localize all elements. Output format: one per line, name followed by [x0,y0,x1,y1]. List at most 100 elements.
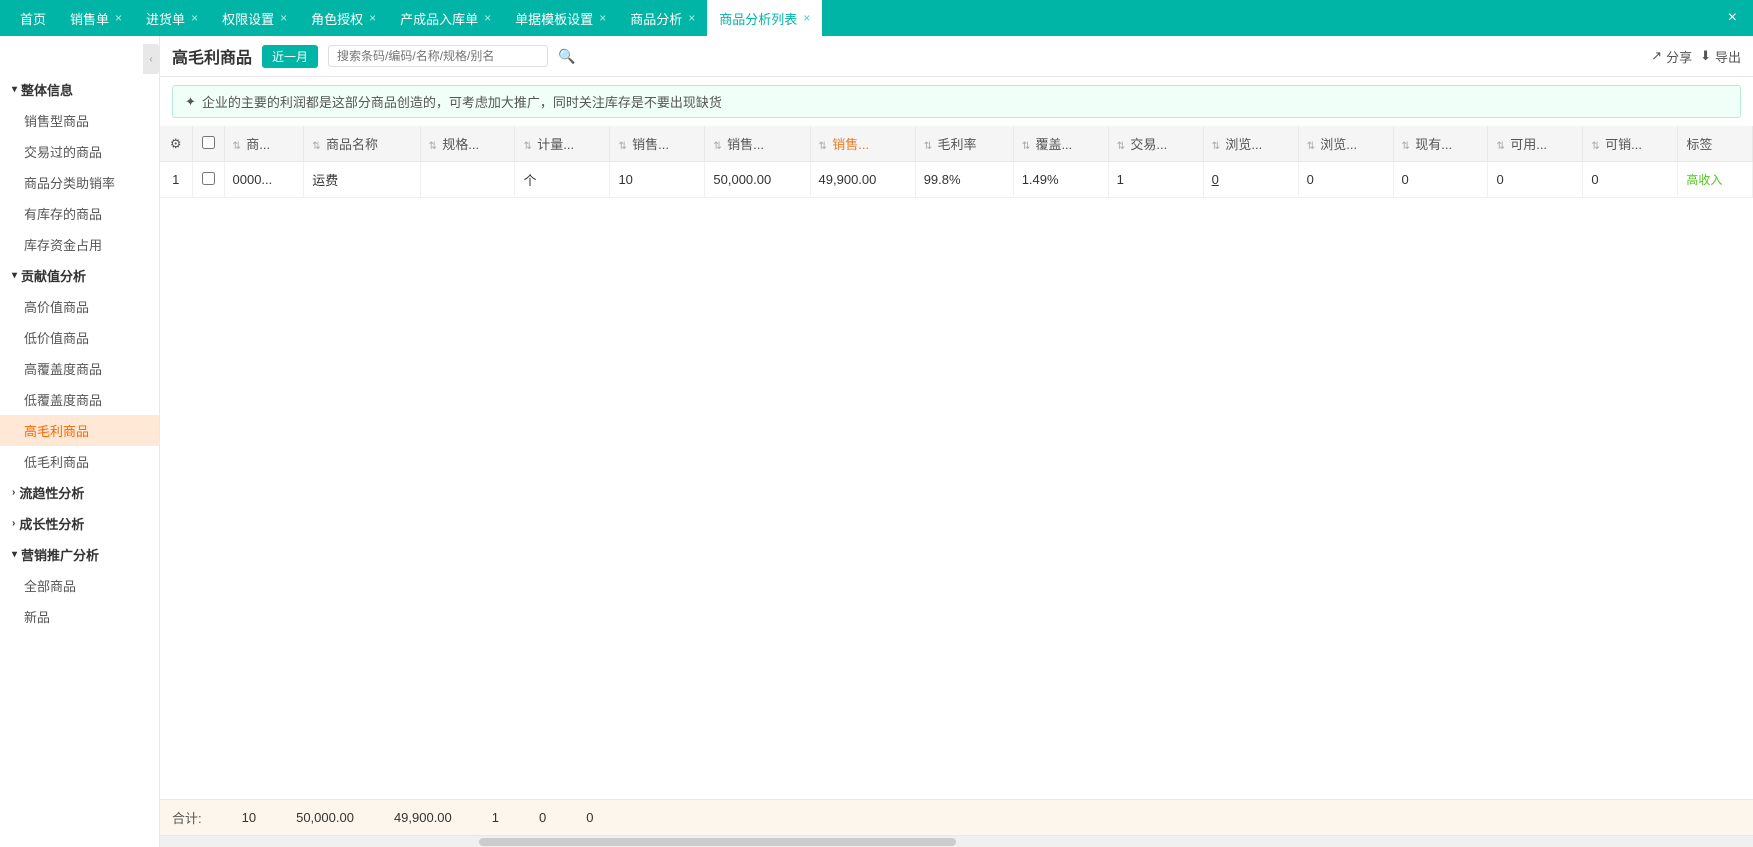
th-code[interactable]: ⇅ 商... [224,126,304,162]
th-unit[interactable]: ⇅ 计量... [515,126,610,162]
scroll-thumb[interactable] [479,838,957,846]
sort-icon: ⇅ [233,141,241,152]
nav-sales-order[interactable]: 销售单 × [58,0,134,36]
close-product-inbound[interactable]: × [484,11,491,25]
sidebar-item-high-margin[interactable]: 高毛利商品 [0,415,159,446]
cell-name: 运费 [304,162,420,198]
cell-checkbox[interactable] [192,162,224,198]
close-template-settings[interactable]: × [599,11,606,25]
sort-icon-2: ⇅ [312,141,320,152]
th-tag[interactable]: 标签 [1678,126,1753,162]
sort-icon-13: ⇅ [1402,141,1410,152]
chevron-down-icon-2: ▾ [12,270,17,281]
sort-icon-8: ⇅ [924,141,932,152]
info-icon: ✦ [185,94,196,110]
th-current-stock[interactable]: ⇅ 现有... [1393,126,1488,162]
sidebar-group-overall[interactable]: ▾ 整体信息 [0,74,159,105]
select-all-checkbox[interactable] [202,136,215,149]
sort-icon-9: ⇅ [1022,141,1030,152]
th-spec[interactable]: ⇅ 规格... [420,126,515,162]
sidebar-item-high-value[interactable]: 高价值商品 [0,291,159,322]
cell-coverage: 1.49% [1013,162,1108,198]
data-table: ⚙ ⇅ 商... ⇅ 商品名称 [160,126,1753,198]
sidebar-item-low-margin[interactable]: 低毛利商品 [0,446,159,477]
settings-icon[interactable]: ⚙ [170,136,182,151]
close-purchase-order[interactable]: × [191,11,198,25]
page-title: 高毛利商品 [172,44,252,68]
sort-icon-15: ⇅ [1591,141,1599,152]
cell-saleable: 0 [1583,162,1678,198]
sidebar-item-traded-goods[interactable]: 交易过的商品 [0,136,159,167]
sidebar-item-low-value[interactable]: 低价值商品 [0,322,159,353]
search-icon[interactable]: 🔍 [558,48,575,65]
th-saleable[interactable]: ⇅ 可销... [1583,126,1678,162]
th-checkbox[interactable] [192,126,224,162]
date-filter-button[interactable]: 近一月 [262,45,318,68]
info-banner: ✦ 企业的主要的利润都是这部分商品创造的，可考虑加大推广，同时关注库存是不要出现… [172,85,1741,118]
sidebar-item-stock-capital[interactable]: 库存资金占用 [0,229,159,260]
close-permission-settings[interactable]: × [280,11,287,25]
nav-permission-settings[interactable]: 权限设置 × [210,0,299,36]
sort-icon-10: ⇅ [1117,141,1125,152]
cell-code: 0000... [224,162,304,198]
share-button[interactable]: ↗ 分享 [1651,47,1692,66]
nav-purchase-order[interactable]: 进货单 × [134,0,210,36]
footer-current-stock: 0 [539,810,546,825]
th-view1[interactable]: ⇅ 浏览... [1203,126,1298,162]
th-sales-qty[interactable]: ⇅ 销售... [610,126,705,162]
sidebar-group-marketing[interactable]: ▾ 营销推广分析 [0,539,159,570]
content-area: 高毛利商品 近一月 🔍 ↗ 分享 ⬇ 导出 ✦ 企业的主要的利润都是这部分商品创… [160,36,1753,847]
sidebar-item-all-goods[interactable]: 全部商品 [0,570,159,601]
sort-icon-5: ⇅ [618,141,626,152]
th-view2[interactable]: ⇅ 浏览... [1298,126,1393,162]
close-goods-analysis[interactable]: × [688,11,695,25]
th-sales-amount[interactable]: ⇅ 销售... [705,126,810,162]
cell-unit: 个 [515,162,610,198]
footer-available: 0 [586,810,593,825]
th-name[interactable]: ⇅ 商品名称 [304,126,420,162]
sidebar-item-sales-goods[interactable]: 销售型商品 [0,105,159,136]
th-available[interactable]: ⇅ 可用... [1488,126,1583,162]
sidebar-item-stocked-goods[interactable]: 有库存的商品 [0,198,159,229]
sort-icon-6: ⇅ [713,141,721,152]
footer-total-bar: 合计: 10 50,000.00 49,900.00 1 0 0 [160,799,1753,835]
table-row[interactable]: 1 0000... 运费 [160,162,1753,198]
nav-goods-analysis-list[interactable]: 商品分析列表 × [707,0,822,36]
sidebar-collapse-btn[interactable]: ‹ [143,44,159,74]
th-settings[interactable]: ⚙ [160,126,192,162]
cell-view1[interactable]: 0 [1203,162,1298,198]
top-nav: 首页 销售单 × 进货单 × 权限设置 × 角色授权 × 产成品入库单 × 单据… [0,0,1753,36]
sidebar-item-category-rate[interactable]: 商品分类助销率 [0,167,159,198]
th-transaction[interactable]: ⇅ 交易... [1108,126,1203,162]
cell-seq: 1 [160,162,192,198]
nav-goods-analysis[interactable]: 商品分析 × [618,0,707,36]
close-all-tabs[interactable]: × [1720,9,1745,27]
nav-role-auth[interactable]: 角色授权 × [299,0,388,36]
cell-gross-margin: 99.8% [915,162,1013,198]
nav-home[interactable]: 首页 [8,0,58,36]
th-gross-margin[interactable]: ⇅ 毛利率 [915,126,1013,162]
search-input[interactable] [328,45,548,67]
nav-template-settings[interactable]: 单据模板设置 × [503,0,618,36]
horizontal-scrollbar[interactable] [160,835,1753,847]
cell-current-stock: 0 [1393,162,1488,198]
sidebar-group-growth[interactable]: › 成长性分析 [0,508,159,539]
sidebar-group-trend[interactable]: › 流趋性分析 [0,477,159,508]
cell-available: 0 [1488,162,1583,198]
sidebar-item-high-coverage[interactable]: 高覆盖度商品 [0,353,159,384]
sidebar-item-new-goods[interactable]: 新品 [0,601,159,632]
cell-sales-qty: 10 [610,162,705,198]
nav-product-inbound[interactable]: 产成品入库单 × [388,0,503,36]
sidebar-item-low-coverage[interactable]: 低覆盖度商品 [0,384,159,415]
cell-sales-profit: 49,900.00 [810,162,915,198]
data-table-wrapper[interactable]: ⚙ ⇅ 商... ⇅ 商品名称 [160,126,1753,799]
close-sales-order[interactable]: × [115,11,122,25]
th-sales-profit[interactable]: ⇅ 销售... [810,126,915,162]
close-goods-analysis-list[interactable]: × [803,11,810,25]
export-button[interactable]: ⬇ 导出 [1700,47,1741,66]
close-role-auth[interactable]: × [369,11,376,25]
footer-sales-amount: 50,000.00 [296,810,354,825]
sidebar-group-contribution[interactable]: ▾ 贡献值分析 [0,260,159,291]
th-coverage[interactable]: ⇅ 覆盖... [1013,126,1108,162]
row-checkbox[interactable] [202,172,215,185]
